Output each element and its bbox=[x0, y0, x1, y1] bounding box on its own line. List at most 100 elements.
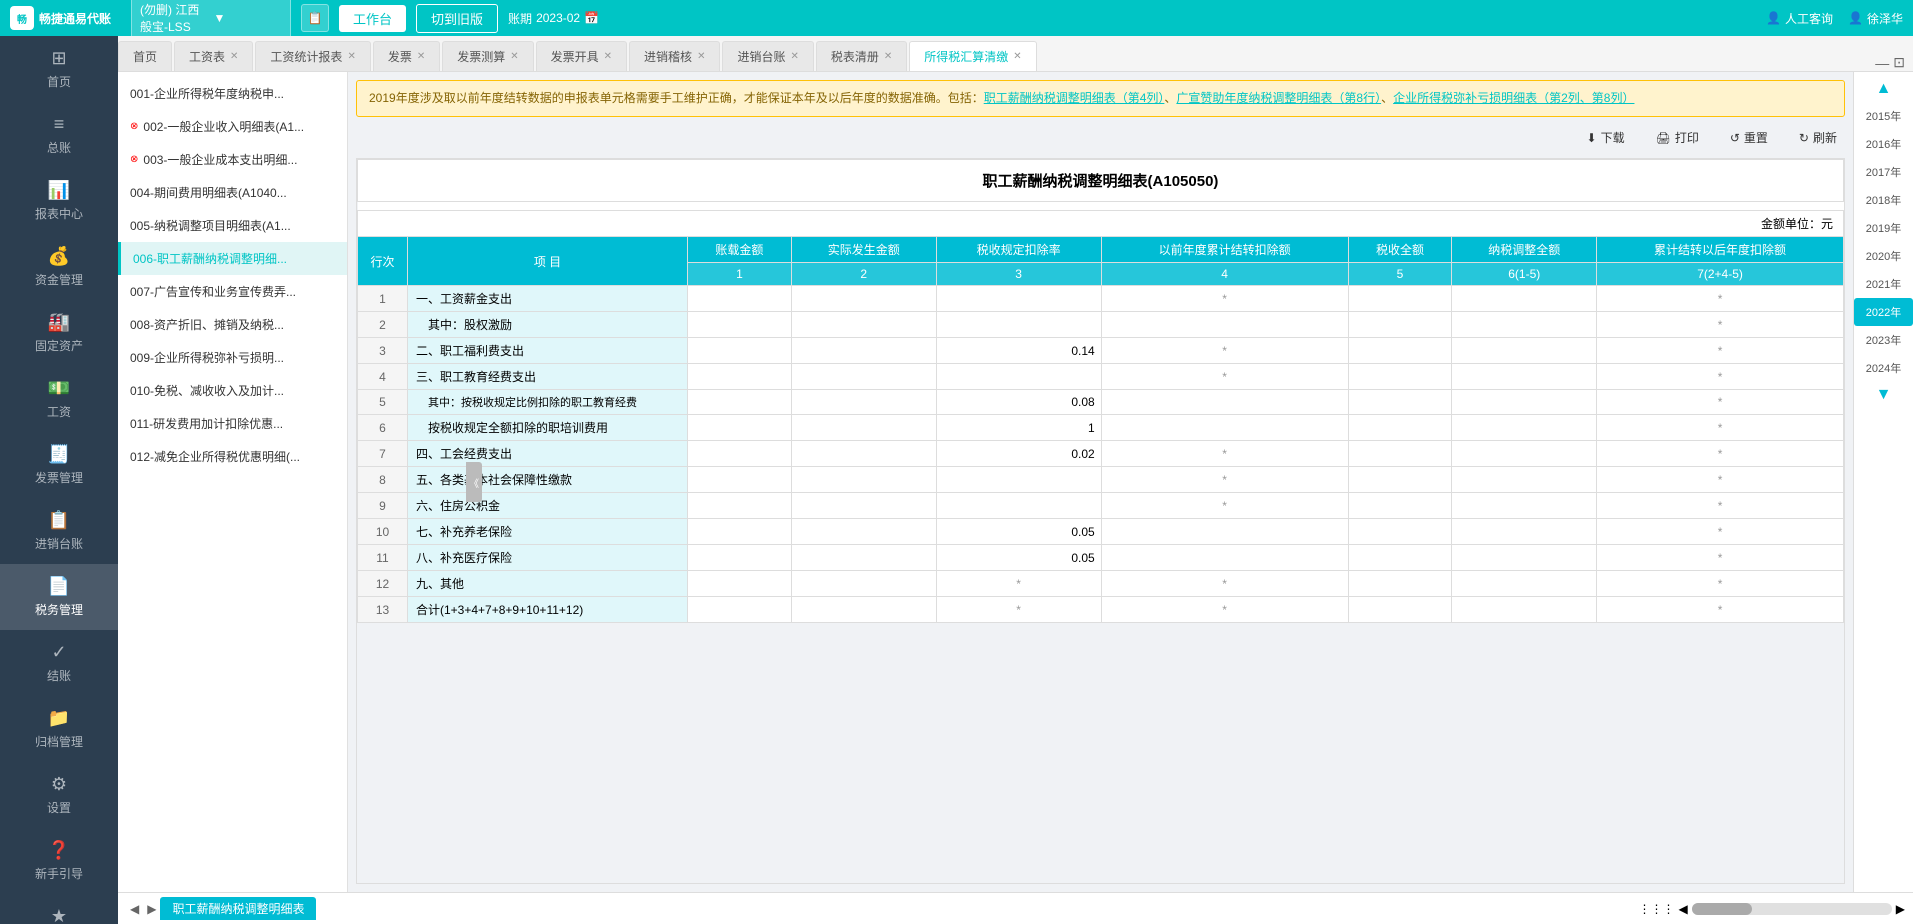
tab-invoice-issue-close[interactable]: ✕ bbox=[604, 51, 612, 62]
tab-salary-sheet-close[interactable]: ✕ bbox=[230, 51, 238, 62]
row-7-c1[interactable] bbox=[688, 312, 792, 338]
tab-maximize-btn[interactable]: ⊡ bbox=[1893, 54, 1905, 71]
tab-tax-book-close[interactable]: ✕ bbox=[884, 51, 892, 62]
sidebar-item-ledger[interactable]: ≡ 总账 bbox=[0, 102, 118, 168]
sheet-tab-active[interactable]: 职工薪酬纳税调整明细表 bbox=[160, 897, 316, 920]
row-15-c5[interactable] bbox=[1348, 519, 1452, 545]
row-16-c2[interactable] bbox=[791, 545, 936, 571]
row-6-c3[interactable] bbox=[936, 286, 1101, 312]
row-15-c6[interactable] bbox=[1452, 519, 1597, 545]
row-6-c5[interactable] bbox=[1348, 286, 1452, 312]
warning-link-3[interactable]: 企业所得税弥补亏损明细表（第2列、第8列） bbox=[1393, 91, 1634, 105]
row-18-c1[interactable] bbox=[688, 597, 792, 623]
row-12-c2[interactable] bbox=[791, 441, 936, 467]
tab-invoice-calc-close[interactable]: ✕ bbox=[510, 51, 518, 62]
tab-salary-report-close[interactable]: ✕ bbox=[347, 51, 355, 62]
form-item-012[interactable]: 012-减免企业所得税优惠明细(... bbox=[118, 440, 347, 473]
row-14-c1[interactable] bbox=[688, 493, 792, 519]
sheet-scroll-right-btn[interactable]: ▶ bbox=[1896, 902, 1905, 916]
row-6-c6[interactable] bbox=[1452, 286, 1597, 312]
row-13-c6[interactable] bbox=[1452, 467, 1597, 493]
row-16-c5[interactable] bbox=[1348, 545, 1452, 571]
form-item-009[interactable]: 009-企业所得税弥补亏损明... bbox=[118, 341, 347, 374]
row-14-c3[interactable] bbox=[936, 493, 1101, 519]
sheet-next-btn[interactable]: ▶ bbox=[143, 900, 160, 918]
row-11-c2[interactable] bbox=[791, 415, 936, 441]
row-17-c6[interactable] bbox=[1452, 571, 1597, 597]
sidebar-item-guide[interactable]: ❓ 新手引导 bbox=[0, 828, 118, 894]
year-2022[interactable]: 2022年 bbox=[1854, 298, 1913, 326]
print-btn[interactable]: 🖨 打印 bbox=[1648, 125, 1707, 150]
tab-invoice-issue[interactable]: 发票开具 ✕ bbox=[536, 41, 627, 71]
row-9-c5[interactable] bbox=[1348, 364, 1452, 390]
row-17-c2[interactable] bbox=[791, 571, 936, 597]
refresh-btn[interactable]: ↻ 刷新 bbox=[1791, 125, 1845, 150]
row-9-c2[interactable] bbox=[791, 364, 936, 390]
row-7-c5[interactable] bbox=[1348, 312, 1452, 338]
year-2024[interactable]: 2024年 bbox=[1854, 354, 1913, 382]
form-item-010[interactable]: 010-免税、减收收入及加计... bbox=[118, 374, 347, 407]
company-selector[interactable]: (勿删) 江西般宝-LSS ▼ bbox=[131, 0, 291, 39]
form-item-001[interactable]: 001-企业所得税年度纳税申... bbox=[118, 77, 347, 110]
tab-verify-close[interactable]: ✕ bbox=[697, 51, 705, 62]
row-16-c6[interactable] bbox=[1452, 545, 1597, 571]
row-8-c1[interactable] bbox=[688, 338, 792, 364]
row-18-c6[interactable] bbox=[1452, 597, 1597, 623]
tab-ledger[interactable]: 进销台账 ✕ bbox=[722, 41, 813, 71]
row-6-c2[interactable] bbox=[791, 286, 936, 312]
sidebar-item-invoice[interactable]: 🧾 发票管理 bbox=[0, 432, 118, 498]
form-item-006[interactable]: 006-职工薪酬纳税调整明细... bbox=[118, 242, 347, 275]
row-10-c2[interactable] bbox=[791, 390, 936, 415]
sidebar-item-purchase[interactable]: 📋 进销台账 bbox=[0, 498, 118, 564]
row-11-c4[interactable] bbox=[1101, 415, 1348, 441]
row-12-c5[interactable] bbox=[1348, 441, 1452, 467]
service-btn[interactable]: 👤 人工客询 bbox=[1766, 10, 1833, 27]
year-2016[interactable]: 2016年 bbox=[1854, 130, 1913, 158]
horizontal-scrollbar[interactable] bbox=[1692, 903, 1892, 915]
row-6-c1[interactable] bbox=[688, 286, 792, 312]
sidebar-item-fund[interactable]: 💰 资金管理 bbox=[0, 234, 118, 300]
row-18-c2[interactable] bbox=[791, 597, 936, 623]
sidebar-item-report[interactable]: 📊 报表中心 bbox=[0, 168, 118, 234]
row-11-c6[interactable] bbox=[1452, 415, 1597, 441]
tab-invoice-calc[interactable]: 发票测算 ✕ bbox=[442, 41, 533, 71]
tab-income-tax[interactable]: 所得税汇算清缴 ✕ bbox=[909, 41, 1036, 72]
row-7-c2[interactable] bbox=[791, 312, 936, 338]
sheet-scroll-left-btn[interactable]: ◀ bbox=[1679, 902, 1688, 916]
row-13-c1[interactable] bbox=[688, 467, 792, 493]
warning-link-2[interactable]: 广宣赞助年度纳税调整明细表（第8行） bbox=[1176, 91, 1381, 105]
tab-tax-book[interactable]: 税表清册 ✕ bbox=[816, 41, 907, 71]
row-9-c3[interactable] bbox=[936, 364, 1101, 390]
year-2015[interactable]: 2015年 bbox=[1854, 102, 1913, 130]
row-10-c5[interactable] bbox=[1348, 390, 1452, 415]
sidebar-item-home[interactable]: ⊞ 首页 bbox=[0, 36, 118, 102]
row-17-c1[interactable] bbox=[688, 571, 792, 597]
reset-btn[interactable]: ↺ 重置 bbox=[1722, 125, 1776, 150]
row-18-c5[interactable] bbox=[1348, 597, 1452, 623]
row-9-c1[interactable] bbox=[688, 364, 792, 390]
row-10-c6[interactable] bbox=[1452, 390, 1597, 415]
form-item-008[interactable]: 008-资产折旧、摊销及纳税... bbox=[118, 308, 347, 341]
sheet-options-icon[interactable]: ⋮⋮⋮ bbox=[1639, 902, 1675, 916]
row-11-c1[interactable] bbox=[688, 415, 792, 441]
tab-verify[interactable]: 进销稽核 ✕ bbox=[629, 41, 720, 71]
year-2020[interactable]: 2020年 bbox=[1854, 242, 1913, 270]
row-10-c1[interactable] bbox=[688, 390, 792, 415]
row-7-c3[interactable] bbox=[936, 312, 1101, 338]
tab-minimize-btn[interactable]: — bbox=[1875, 55, 1889, 71]
tab-invoice[interactable]: 发票 ✕ bbox=[373, 41, 440, 71]
tab-home[interactable]: 首页 bbox=[118, 41, 172, 71]
sidebar-item-tax[interactable]: 📄 税务管理 bbox=[0, 564, 118, 630]
tab-income-tax-close[interactable]: ✕ bbox=[1013, 51, 1021, 62]
form-item-003[interactable]: ⊗ 003-一般企业成本支出明细... bbox=[118, 143, 347, 176]
form-item-004[interactable]: 004-期间费用明细表(A1040... bbox=[118, 176, 347, 209]
sheet-prev-btn[interactable]: ◀ bbox=[126, 900, 143, 918]
row-16-c1[interactable] bbox=[688, 545, 792, 571]
row-11-c5[interactable] bbox=[1348, 415, 1452, 441]
sidebar-item-archive[interactable]: 📁 归档管理 bbox=[0, 696, 118, 762]
table-container[interactable]: 职工薪酬纳税调整明细表(A105050) 金额单位：元 行次 bbox=[356, 158, 1845, 884]
row-7-c6[interactable] bbox=[1452, 312, 1597, 338]
row-8-c6[interactable] bbox=[1452, 338, 1597, 364]
tab-salary-sheet[interactable]: 工资表 ✕ bbox=[174, 41, 253, 71]
form-item-011[interactable]: 011-研发费用加计扣除优惠... bbox=[118, 407, 347, 440]
